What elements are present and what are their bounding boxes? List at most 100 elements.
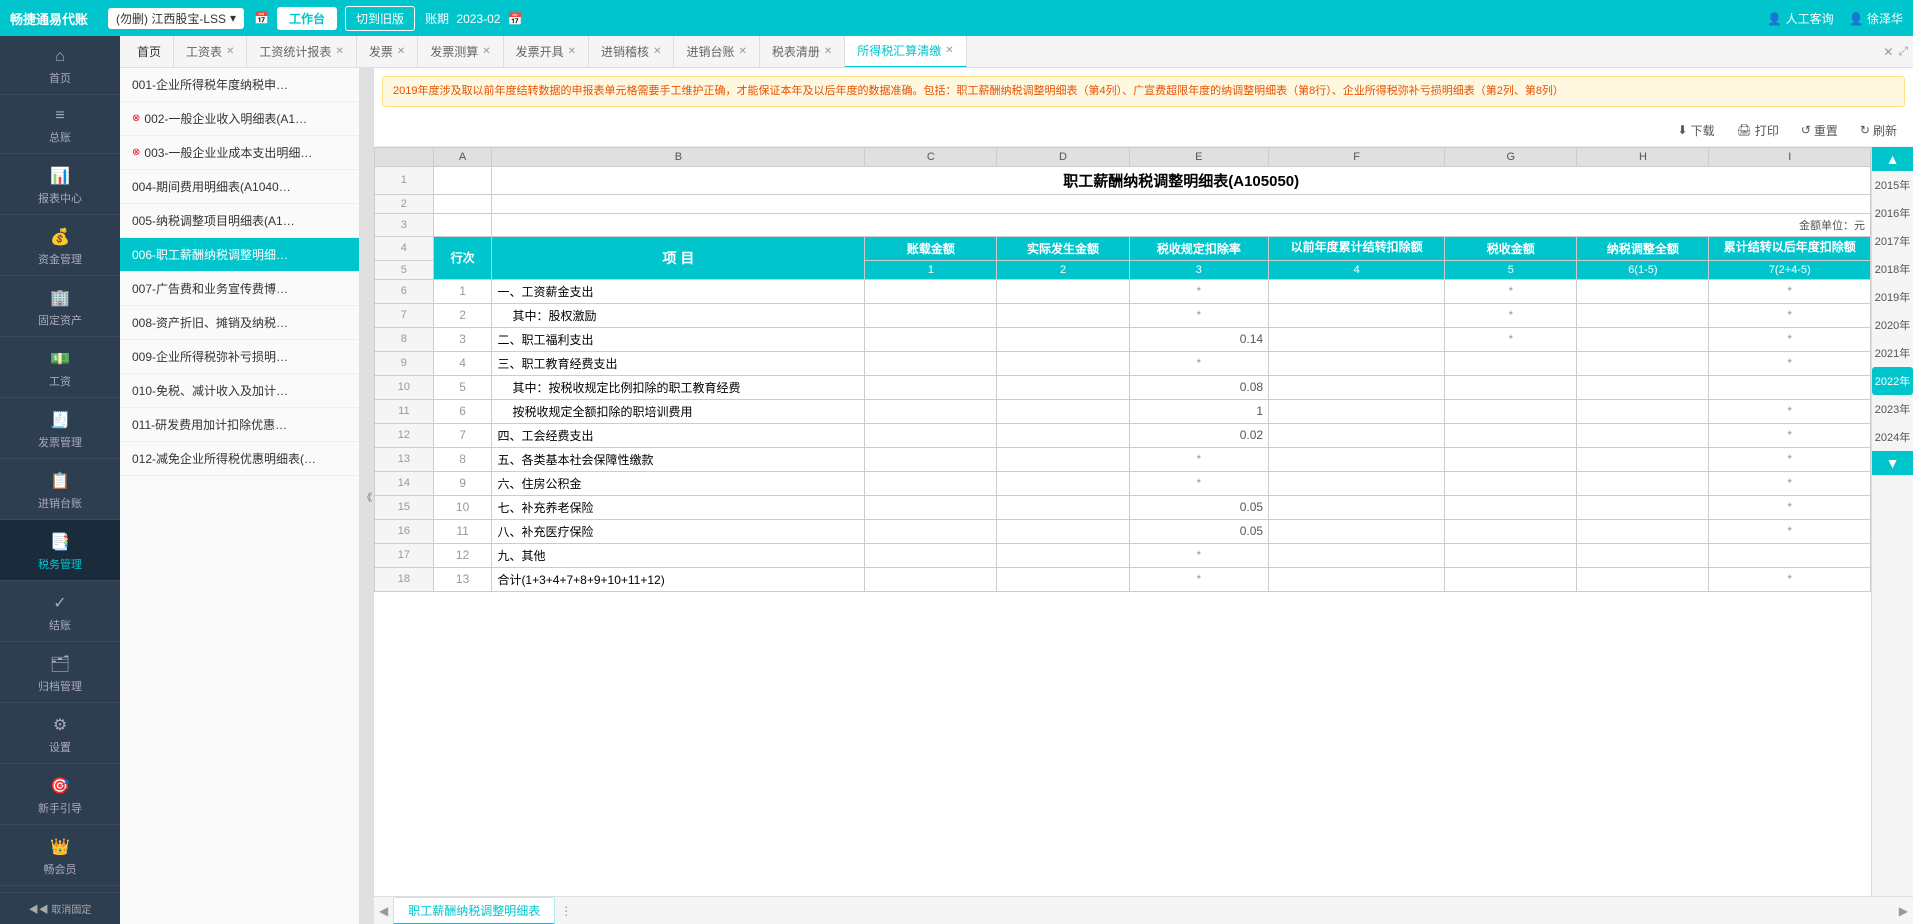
tab-payroll[interactable]: 工资表 ✕ — [174, 36, 247, 68]
sidebar-item-tax-mgmt[interactable]: 📑 税务管理 — [0, 520, 120, 581]
header-col4: 以前年度累计结转扣除额 — [1269, 236, 1445, 260]
left-panel-item-007[interactable]: 007-广告费和业务宣传费博… — [120, 272, 359, 306]
tab-purchase-check[interactable]: 进销稽核 ✕ — [589, 36, 674, 68]
tab-tax-clearance[interactable]: 税表清册 ✕ — [760, 36, 845, 68]
sidebar-item-fixed-asset[interactable]: 🏢 固定资产 — [0, 276, 120, 337]
sidebar-label-report: 报表中心 — [38, 190, 82, 206]
left-panel-item-003[interactable]: ⊗ 003-一般企业业成本支出明细… — [120, 136, 359, 170]
header-col1: 账载金额 — [865, 236, 997, 260]
col-header-G: G — [1445, 147, 1577, 166]
year-2020[interactable]: 2020年 — [1872, 311, 1913, 339]
tab-invoice-calc[interactable]: 发票测算 ✕ — [418, 36, 503, 68]
purchase-check-tab-close[interactable]: ✕ — [653, 46, 661, 57]
collapse-handle[interactable]: 《 — [360, 68, 374, 924]
tab-purchase-ledger[interactable]: 进销台账 ✕ — [674, 36, 759, 68]
sidebar-item-member[interactable]: 👑 畅会员 — [0, 825, 120, 886]
sub-header-col5: 5 — [1445, 260, 1577, 279]
tab-bar-maximize-icon[interactable]: ⤢ — [1898, 44, 1908, 59]
year-2018[interactable]: 2018年 — [1872, 255, 1913, 283]
year-2022[interactable]: 2022年 — [1872, 367, 1913, 395]
sidebar-label-settings: 设置 — [49, 739, 71, 755]
purchase-ledger-tab-close[interactable]: ✕ — [738, 46, 746, 57]
sidebar-item-payroll[interactable]: 💵 工资 — [0, 337, 120, 398]
toolbar: ⬇ 下载 🖨 打印 ↺ 重置 ↻ 刷新 — [374, 115, 1913, 147]
year-2023[interactable]: 2023年 — [1872, 395, 1913, 423]
data-row-3: 8 3 二、职工福利支出 0.14 * * — [375, 327, 1871, 351]
row-4-header: 4 行次 项 目 账载金额 实际发生金额 税收规定扣除率 以前年度累计结转扣除额… — [375, 236, 1871, 260]
customer-service[interactable]: 👤 人工客询 — [1767, 10, 1833, 27]
sheet-prev-icon[interactable]: ◀ — [379, 904, 388, 918]
year-panel-down[interactable]: ▼ — [1872, 451, 1913, 475]
year-2024[interactable]: 2024年 — [1872, 423, 1913, 451]
refresh-button[interactable]: ↻ 刷新 — [1854, 119, 1903, 142]
sidebar-item-settings[interactable]: ⚙ 设置 — [0, 703, 120, 764]
payroll-stats-tab-close[interactable]: ✕ — [335, 46, 343, 57]
income-tax-tab-close[interactable]: ✕ — [945, 45, 953, 56]
sidebar-item-asset-mgmt[interactable]: 💰 资金管理 — [0, 215, 120, 276]
workspace-button[interactable]: 工作台 — [277, 7, 337, 30]
left-panel-item-005[interactable]: 005-纳税调整项目明细表(A1… — [120, 204, 359, 238]
col-header-C: C — [865, 147, 997, 166]
item-004-label: 004-期间费用明细表(A1040… — [132, 178, 291, 195]
year-2015[interactable]: 2015年 — [1872, 171, 1913, 199]
sheet-next-icon[interactable]: ▶ — [1899, 904, 1908, 918]
sidebar-item-general-ledger[interactable]: ≡ 总账 — [0, 95, 120, 154]
tab-bar-close-all-icon[interactable]: ✕ — [1883, 45, 1893, 59]
sidebar-item-newbie[interactable]: 🎯 新手引导 — [0, 764, 120, 825]
left-panel-item-002[interactable]: ⊗ 002-一般企业收入明细表(A1… — [120, 102, 359, 136]
year-panel-up[interactable]: ▲ — [1872, 147, 1913, 171]
sidebar-item-settlement[interactable]: ✓ 结账 — [0, 581, 120, 642]
tab-income-tax[interactable]: 所得税汇算清缴 ✕ — [845, 36, 966, 68]
error-icon-003: ⊗ — [132, 147, 140, 158]
cancel-fixed-button[interactable]: ◀◀ 取消固定 — [0, 892, 120, 924]
sidebar-label-purchase: 进销台账 — [38, 495, 82, 511]
invoice-open-tab-close[interactable]: ✕ — [568, 46, 576, 57]
year-2019[interactable]: 2019年 — [1872, 283, 1913, 311]
left-panel-item-010[interactable]: 010-免税、减计收入及加计… — [120, 374, 359, 408]
print-button[interactable]: 🖨 打印 — [1731, 119, 1785, 142]
payroll-stats-tab-label: 工资统计报表 — [259, 43, 331, 60]
tab-invoice-open[interactable]: 发票开具 ✕ — [504, 36, 589, 68]
year-2016[interactable]: 2016年 — [1872, 199, 1913, 227]
left-panel-item-006[interactable]: 006-职工薪酬纳税调整明细… — [120, 238, 359, 272]
calendar-period-icon[interactable]: 📅 — [508, 12, 523, 26]
tab-home[interactable]: 首页 — [125, 36, 174, 68]
item-003-label: 003-一般企业业成本支出明细… — [144, 144, 312, 161]
sidebar-item-invoice-mgmt[interactable]: 🧾 发票管理 — [0, 398, 120, 459]
sidebar-item-home[interactable]: ⌂ 首页 — [0, 36, 120, 95]
row-num-1: 1 — [375, 166, 434, 194]
company-selector[interactable]: (勿删) 江西股宝-LSS ▾ — [108, 8, 244, 29]
sheet-area: A B C D E F G H I — [374, 147, 1913, 897]
tab-invoice[interactable]: 发票 ✕ — [357, 36, 418, 68]
sidebar-item-report-center[interactable]: 📊 报表中心 — [0, 154, 120, 215]
service-icon: 👤 — [1767, 12, 1782, 26]
payroll-icon: 💵 — [50, 349, 70, 369]
left-panel-item-009[interactable]: 009-企业所得税弥补亏损明… — [120, 340, 359, 374]
download-button[interactable]: ⬇ 下载 — [1672, 119, 1721, 142]
asset-icon: 💰 — [50, 227, 70, 247]
sheet-table-wrapper[interactable]: A B C D E F G H I — [374, 147, 1871, 897]
left-panel-item-011[interactable]: 011-研发费用加计扣除优惠… — [120, 408, 359, 442]
invoice-tab-close[interactable]: ✕ — [397, 46, 405, 57]
left-panel-item-004[interactable]: 004-期间费用明细表(A1040… — [120, 170, 359, 204]
sub-header-col1: 1 — [865, 260, 997, 279]
left-panel-item-008[interactable]: 008-资产折旧、摊销及纳税… — [120, 306, 359, 340]
year-2021[interactable]: 2021年 — [1872, 339, 1913, 367]
tab-payroll-stats[interactable]: 工资统计报表 ✕ — [247, 36, 356, 68]
sidebar-item-archive[interactable]: 🗂 归档管理 — [0, 642, 120, 703]
tax-clearance-tab-close[interactable]: ✕ — [824, 46, 832, 57]
sheet-more-icon[interactable]: ⋮ — [560, 904, 572, 918]
reset-button[interactable]: ↺ 重置 — [1795, 119, 1844, 142]
user-info[interactable]: 👤 徐泽华 — [1849, 10, 1903, 27]
payroll-tab-close[interactable]: ✕ — [226, 46, 234, 57]
row-3: 3 金额单位：元 — [375, 213, 1871, 236]
bottom-tab-salary-detail[interactable]: 职工薪酬纳税调整明细表 — [393, 897, 555, 924]
sub-content: 001-企业所得税年度纳税申… ⊗ 002-一般企业收入明细表(A1… ⊗ 00… — [120, 68, 1913, 924]
year-2017[interactable]: 2017年 — [1872, 227, 1913, 255]
sidebar: ⌂ 首页 ≡ 总账 📊 报表中心 💰 资金管理 🏢 固定资产 💵 工资 🧾 发票… — [0, 36, 120, 924]
switch-version-button[interactable]: 切到旧版 — [345, 6, 415, 31]
sidebar-item-purchase-sales[interactable]: 📋 进销台账 — [0, 459, 120, 520]
left-panel-item-012[interactable]: 012-减免企业所得税优惠明细表(… — [120, 442, 359, 476]
left-panel-item-001[interactable]: 001-企业所得税年度纳税申… — [120, 68, 359, 102]
invoice-calc-tab-close[interactable]: ✕ — [482, 46, 490, 57]
